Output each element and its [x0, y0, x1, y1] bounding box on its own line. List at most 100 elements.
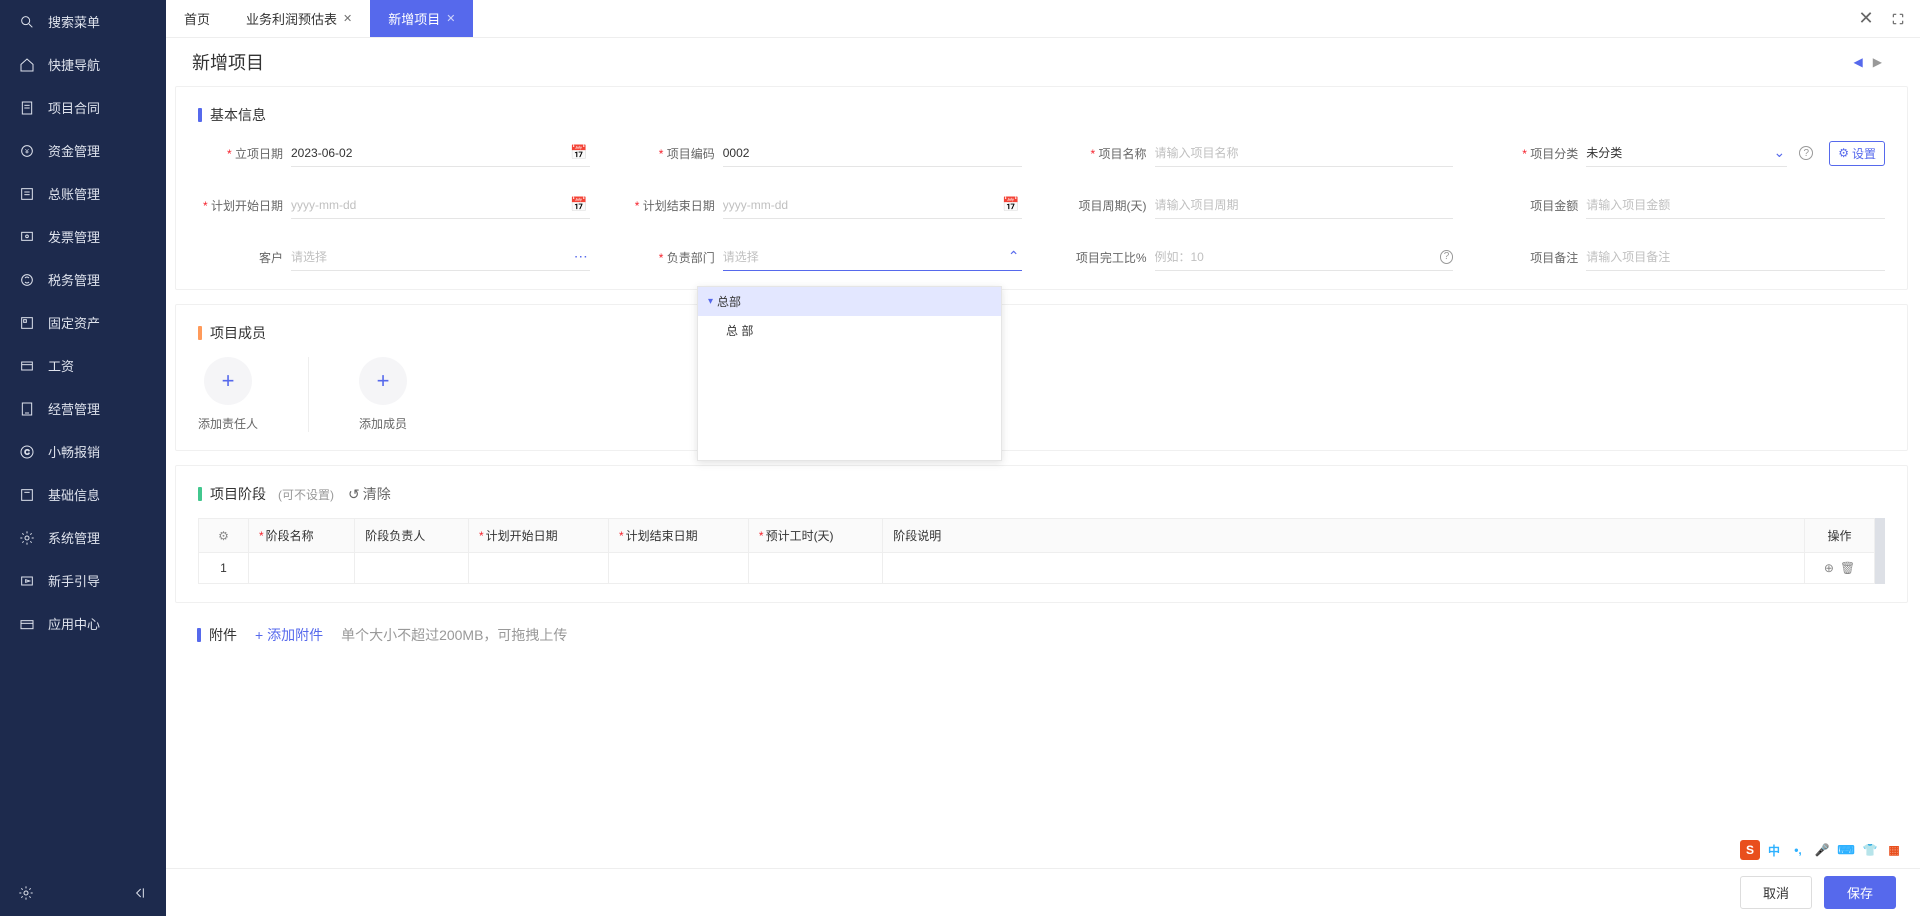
- tax-icon: [18, 271, 36, 289]
- settings-icon[interactable]: [18, 885, 34, 904]
- fullscreen-icon[interactable]: [1886, 7, 1910, 31]
- label-name: 项目名称: [1062, 145, 1147, 162]
- sidebar-item-contract[interactable]: 项目合同: [0, 86, 166, 129]
- dept-dropdown: ▾总部 总 部: [697, 286, 1002, 461]
- sidebar-item-biz[interactable]: 经营管理: [0, 387, 166, 430]
- add-owner: + 添加责任人: [198, 357, 258, 432]
- sidebar-search[interactable]: 搜索菜单: [0, 0, 166, 43]
- sidebar-item-fund[interactable]: ¥资金管理: [0, 129, 166, 172]
- close-icon[interactable]: ✕: [446, 12, 455, 25]
- clear-icon: ↺: [348, 486, 360, 503]
- input-remark[interactable]: [1586, 250, 1885, 264]
- scrollbar[interactable]: [1875, 518, 1885, 584]
- tab-new-project[interactable]: 新增项目✕: [370, 0, 473, 37]
- label-plan-end: 计划结束日期: [630, 197, 715, 214]
- input-plan-end[interactable]: [723, 198, 1000, 212]
- calendar-icon[interactable]: 📅: [568, 144, 589, 161]
- ime-lang-icon[interactable]: 中: [1764, 840, 1784, 860]
- gear-icon: ⚙: [1838, 146, 1849, 160]
- top-tabs: 首页 业务利润预估表✕ 新增项目✕ ✕: [166, 0, 1920, 38]
- sidebar-item-quicknav[interactable]: 快捷导航: [0, 43, 166, 86]
- settings-button[interactable]: ⚙设置: [1829, 141, 1885, 166]
- label-dept: 负责部门: [630, 249, 715, 266]
- section-icon: [198, 108, 202, 122]
- sidebar-search-label: 搜索菜单: [48, 12, 100, 31]
- add-owner-button[interactable]: +: [204, 357, 252, 405]
- input-date[interactable]: [291, 146, 568, 160]
- tab-home[interactable]: 首页: [166, 0, 228, 37]
- input-cycle[interactable]: [1155, 198, 1454, 212]
- more-icon[interactable]: ⋯: [572, 248, 590, 265]
- add-attachment-button[interactable]: + 添加附件: [255, 625, 323, 645]
- label-amount: 项目金额: [1493, 197, 1578, 214]
- content-area: 基本信息 立项日期 📅 项目编码 项目名称 项目分类 ⌄ ? ⚙设置 计划开始日: [175, 86, 1908, 868]
- biz-icon: [18, 400, 36, 418]
- fund-icon: ¥: [18, 142, 36, 160]
- ime-skin-icon[interactable]: 👕: [1860, 840, 1880, 860]
- section-icon: [197, 628, 201, 642]
- input-dept[interactable]: [723, 250, 1006, 264]
- tab-profit-report[interactable]: 业务利润预估表✕: [228, 0, 370, 37]
- calendar-icon[interactable]: 📅: [1000, 196, 1021, 213]
- ledger-icon: [18, 185, 36, 203]
- sidebar-item-guide[interactable]: 新手引导: [0, 559, 166, 602]
- sidebar-item-system[interactable]: 系统管理: [0, 516, 166, 559]
- label-pct: 项目完工比%: [1062, 249, 1147, 266]
- pager-next-icon[interactable]: ▶: [1873, 55, 1882, 69]
- pager-prev-icon[interactable]: ◀: [1854, 55, 1863, 69]
- label-cycle: 项目周期(天): [1062, 197, 1147, 214]
- collapse-icon[interactable]: [132, 885, 148, 904]
- label-remark: 项目备注: [1493, 249, 1578, 266]
- sidebar-item-baseinfo[interactable]: 基础信息: [0, 473, 166, 516]
- add-member: + 添加成员: [308, 357, 407, 432]
- table-row[interactable]: 1 ⊕🗑: [199, 553, 1875, 584]
- footer-bar: 取消 保存: [166, 868, 1920, 916]
- sidebar-item-tax[interactable]: 税务管理: [0, 258, 166, 301]
- help-icon[interactable]: ?: [1440, 250, 1453, 264]
- sidebar-item-salary[interactable]: 工资: [0, 344, 166, 387]
- input-customer[interactable]: [291, 250, 572, 264]
- close-panel-icon[interactable]: ✕: [1854, 7, 1878, 31]
- expense-icon: C: [18, 443, 36, 461]
- dropdown-item-child[interactable]: 总 部: [698, 316, 1001, 345]
- delete-row-icon[interactable]: 🗑: [1840, 561, 1855, 575]
- ime-mic-icon[interactable]: 🎤: [1812, 840, 1832, 860]
- section-members: 项目成员 + 添加责任人 + 添加成员: [175, 304, 1908, 451]
- ime-toolbox-icon[interactable]: ▦: [1884, 840, 1904, 860]
- ime-punct-icon[interactable]: •,: [1788, 840, 1808, 860]
- input-plan-start[interactable]: [291, 198, 568, 212]
- input-amount[interactable]: [1586, 198, 1885, 212]
- clear-button[interactable]: ↺清除: [348, 484, 391, 504]
- baseinfo-icon: [18, 486, 36, 504]
- sidebar-item-invoice[interactable]: 发票管理: [0, 215, 166, 258]
- input-code[interactable]: [723, 146, 1022, 160]
- home-icon: [18, 56, 36, 74]
- save-button[interactable]: 保存: [1824, 876, 1896, 909]
- chevron-down-icon[interactable]: ⌄: [1771, 144, 1787, 161]
- add-row-icon[interactable]: ⊕: [1824, 561, 1834, 575]
- help-icon[interactable]: ?: [1799, 146, 1813, 160]
- section-icon: [198, 487, 202, 501]
- sidebar-item-ledger[interactable]: 总账管理: [0, 172, 166, 215]
- add-member-button[interactable]: +: [359, 357, 407, 405]
- label-customer: 客户: [198, 249, 283, 266]
- input-pct[interactable]: [1155, 250, 1440, 264]
- chevron-up-icon[interactable]: ⌃: [1006, 248, 1022, 265]
- record-pager: ◀ ▶: [1854, 55, 1882, 69]
- sidebar-item-expense[interactable]: C小畅报销: [0, 430, 166, 473]
- cancel-button[interactable]: 取消: [1740, 876, 1812, 909]
- apps-icon: [18, 615, 36, 633]
- ime-keyboard-icon[interactable]: ⌨: [1836, 840, 1856, 860]
- gear-icon[interactable]: ⚙: [218, 529, 229, 543]
- label-date: 立项日期: [198, 145, 283, 162]
- section-icon: [198, 326, 202, 340]
- ime-logo-icon[interactable]: S: [1740, 840, 1760, 860]
- calendar-icon[interactable]: 📅: [568, 196, 589, 213]
- input-class[interactable]: [1586, 146, 1771, 160]
- sidebar-item-apps[interactable]: 应用中心: [0, 602, 166, 645]
- close-icon[interactable]: ✕: [343, 12, 352, 25]
- input-name[interactable]: [1155, 146, 1454, 160]
- sidebar-item-assets[interactable]: 固定资产: [0, 301, 166, 344]
- dropdown-item-root[interactable]: ▾总部: [698, 287, 1001, 316]
- ime-toolbar: S 中 •, 🎤 ⌨ 👕 ▦: [1740, 840, 1904, 860]
